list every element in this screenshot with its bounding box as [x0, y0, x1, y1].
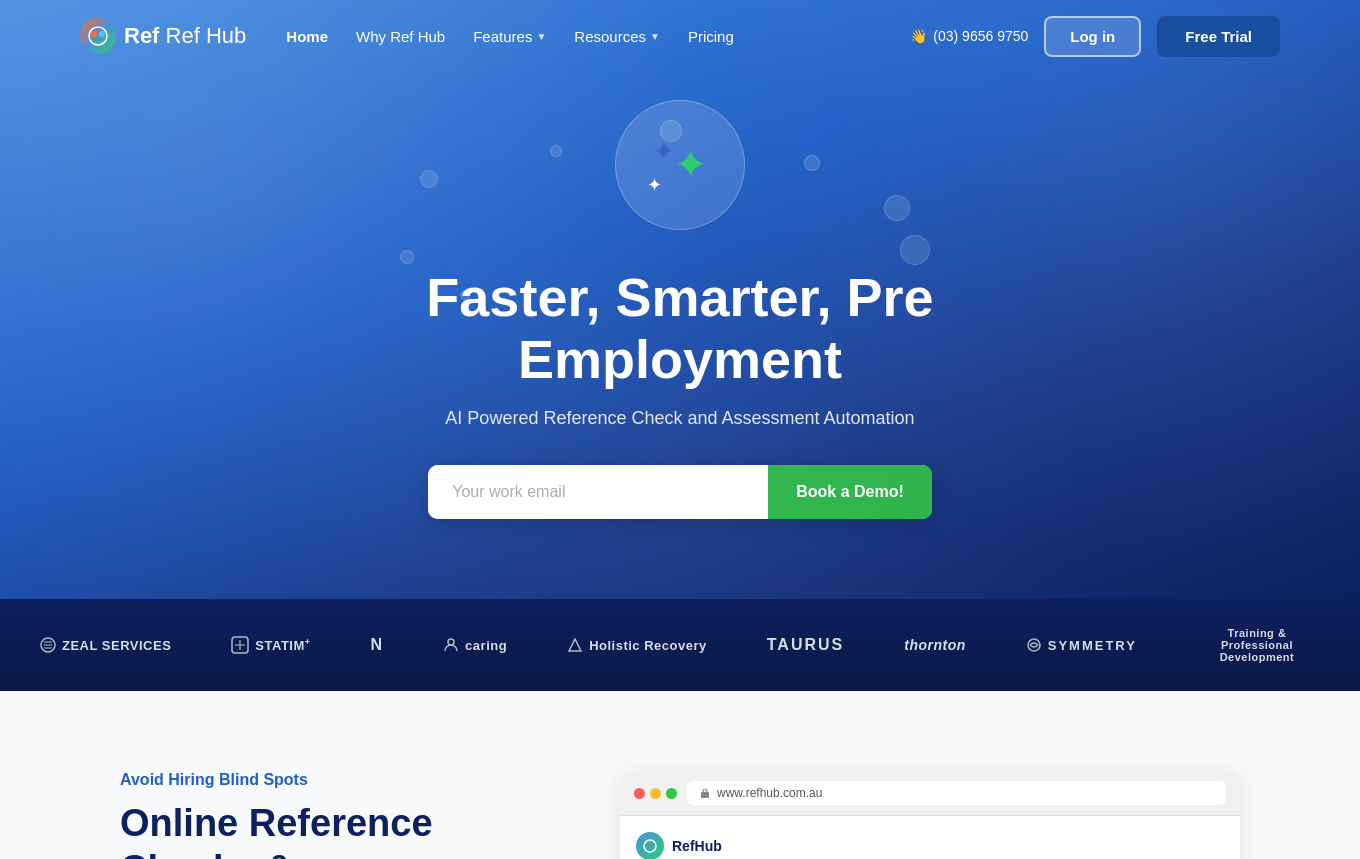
browser-dots	[634, 788, 677, 799]
bubble-decoration	[804, 155, 820, 171]
chevron-down-icon: ▼	[536, 31, 546, 42]
nav-links: Home Why Ref Hub Features ▼ Resources ▼ …	[286, 28, 910, 45]
bubble-decoration	[420, 170, 438, 188]
browser-mockup: www.refhub.com.au RefHub	[620, 771, 1240, 859]
logo-icon	[80, 18, 116, 54]
svg-point-5	[448, 639, 454, 645]
dot-yellow	[650, 788, 661, 799]
logos-track: ZEAL SERVICES STATIM+ N caring Holistic …	[0, 627, 1360, 663]
logo-statim: STATIM+	[231, 636, 310, 654]
logo-n: N	[371, 636, 384, 654]
logo-training: Training & Professional Development	[1197, 627, 1317, 663]
bubble-decoration	[550, 145, 562, 157]
navigation: Ref Ref Hub Home Why Ref Hub Features ▼ …	[0, 0, 1360, 72]
chevron-down-icon: ▼	[650, 31, 660, 42]
bubble-decoration	[460, 290, 470, 300]
nav-resources[interactable]: Resources ▼	[574, 28, 660, 45]
phone-number: 👋 (03) 9656 9750	[910, 28, 1028, 44]
browser-content: RefHub	[620, 816, 1240, 859]
logos-strip: ZEAL SERVICES STATIM+ N caring Holistic …	[0, 599, 1360, 691]
app-logo-small	[636, 832, 664, 859]
sparkle-small-icon: ✦	[653, 138, 675, 164]
nav-why[interactable]: Why Ref Hub	[356, 28, 445, 45]
logo-holistic: Holistic Recovery	[567, 637, 707, 653]
nav-features[interactable]: Features ▼	[473, 28, 546, 45]
hero-subtitle: AI Powered Reference Check and Assessmen…	[445, 408, 914, 429]
svg-point-8	[644, 840, 656, 852]
hero-title: Faster, Smarter, Pre Employment	[280, 266, 1080, 390]
nav-home[interactable]: Home	[286, 28, 328, 45]
app-name-in-browser: RefHub	[672, 838, 722, 854]
nav-pricing[interactable]: Pricing	[688, 28, 734, 45]
lock-icon	[699, 787, 711, 799]
below-hero-text: Avoid Hiring Blind Spots Online Referenc…	[120, 771, 540, 859]
email-input[interactable]	[428, 465, 768, 519]
logo-taurus: TAURUS	[767, 636, 844, 654]
nav-right: 👋 (03) 9656 9750 Log in Free Trial	[910, 16, 1280, 57]
hero-section: ✦ ✦ ✦ Faster, Smarter, Pre Employment AI…	[0, 0, 1360, 599]
sparkle-tiny-icon: ✦	[647, 176, 662, 194]
hero-email-form: Book a Demo!	[428, 465, 932, 519]
phone-emoji: 👋	[910, 28, 927, 44]
free-trial-button[interactable]: Free Trial	[1157, 16, 1280, 57]
login-button[interactable]: Log in	[1044, 16, 1141, 57]
svg-point-2	[99, 31, 105, 37]
svg-rect-7	[701, 792, 709, 798]
section-tag: Avoid Hiring Blind Spots	[120, 771, 540, 789]
logo-zeal: ZEAL SERVICES	[40, 637, 171, 653]
svg-point-1	[91, 31, 97, 37]
browser-chrome: www.refhub.com.au	[620, 771, 1240, 816]
logo-thornton: thornton	[904, 637, 966, 653]
logo[interactable]: Ref Ref Hub	[80, 18, 246, 54]
bubble-decoration	[884, 195, 910, 221]
sparkle-big-icon: ✦	[673, 144, 708, 186]
hero-icon-circle: ✦ ✦ ✦	[615, 100, 745, 230]
bubble-decoration	[900, 235, 930, 265]
book-demo-button[interactable]: Book a Demo!	[768, 465, 932, 519]
bubble-decoration	[400, 250, 414, 264]
browser-address-bar: www.refhub.com.au	[687, 781, 1226, 805]
sparkle-graphic: ✦ ✦ ✦	[645, 130, 715, 200]
dot-green	[666, 788, 677, 799]
logo-text: Ref Ref Hub	[124, 23, 246, 49]
logo-symmetry: SYMMETRY	[1026, 637, 1137, 653]
below-hero-section: Avoid Hiring Blind Spots Online Referenc…	[0, 691, 1360, 859]
section-title: Online ReferenceChecks &	[120, 801, 540, 859]
dot-red	[634, 788, 645, 799]
logo-caring: caring	[443, 637, 507, 653]
